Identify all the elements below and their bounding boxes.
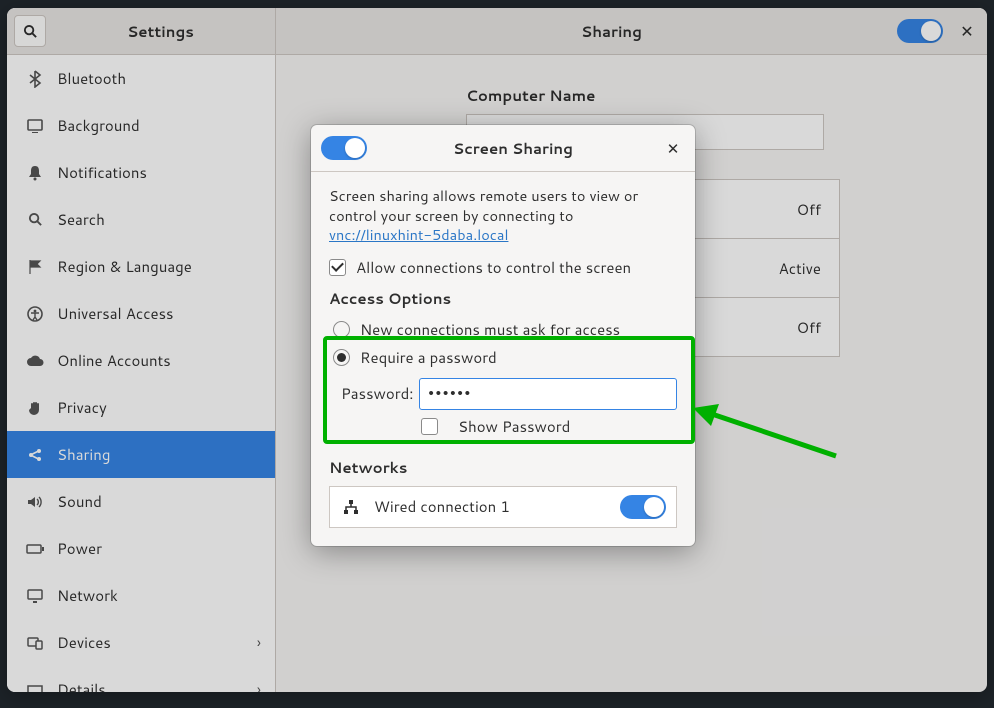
dialog-header: Screen Sharing ✕ — [311, 125, 695, 172]
screen-sharing-dialog: Screen Sharing ✕ Screen sharing allows r… — [311, 125, 695, 546]
radio-ask-access-label: New connections must ask for access — [360, 319, 620, 340]
radio-require-password-label: Require a password — [360, 347, 497, 368]
allow-control-row[interactable]: Allow connections to control the screen — [329, 257, 677, 278]
wired-icon — [340, 499, 362, 515]
show-password-row[interactable]: Show Password — [421, 416, 677, 437]
password-row: Password: — [341, 378, 677, 410]
networks-header: Networks — [329, 457, 677, 478]
radio-ask-access-radio[interactable] — [333, 321, 350, 338]
vnc-link[interactable]: vnc://linuxhint-5daba.local — [329, 224, 508, 245]
dialog-description-text: Screen sharing allows remote users to vi… — [329, 185, 638, 226]
radio-require-password[interactable]: Require a password — [333, 345, 677, 370]
radio-ask-access[interactable]: New connections must ask for access — [333, 317, 677, 342]
settings-window: Settings Sharing ✕ Bluetooth Background … — [7, 8, 987, 692]
show-password-label: Show Password — [458, 416, 570, 437]
password-input[interactable] — [419, 378, 677, 410]
radio-require-password-radio[interactable] — [333, 349, 350, 366]
allow-control-label: Allow connections to control the screen — [356, 257, 631, 278]
allow-control-checkbox[interactable] — [329, 259, 346, 276]
dialog-close-button[interactable]: ✕ — [659, 138, 687, 159]
network-row: Wired connection 1 — [329, 486, 677, 528]
network-name: Wired connection 1 — [374, 496, 620, 517]
close-icon: ✕ — [667, 138, 680, 159]
network-switch[interactable] — [620, 495, 666, 519]
show-password-checkbox[interactable] — [421, 418, 438, 435]
access-options-header: Access Options — [329, 288, 677, 309]
dialog-description: Screen sharing allows remote users to vi… — [329, 186, 677, 245]
dialog-title: Screen Sharing — [367, 138, 659, 159]
screen-sharing-switch[interactable] — [321, 136, 367, 160]
password-label: Password: — [341, 383, 413, 404]
dialog-body: Screen sharing allows remote users to vi… — [311, 172, 695, 546]
